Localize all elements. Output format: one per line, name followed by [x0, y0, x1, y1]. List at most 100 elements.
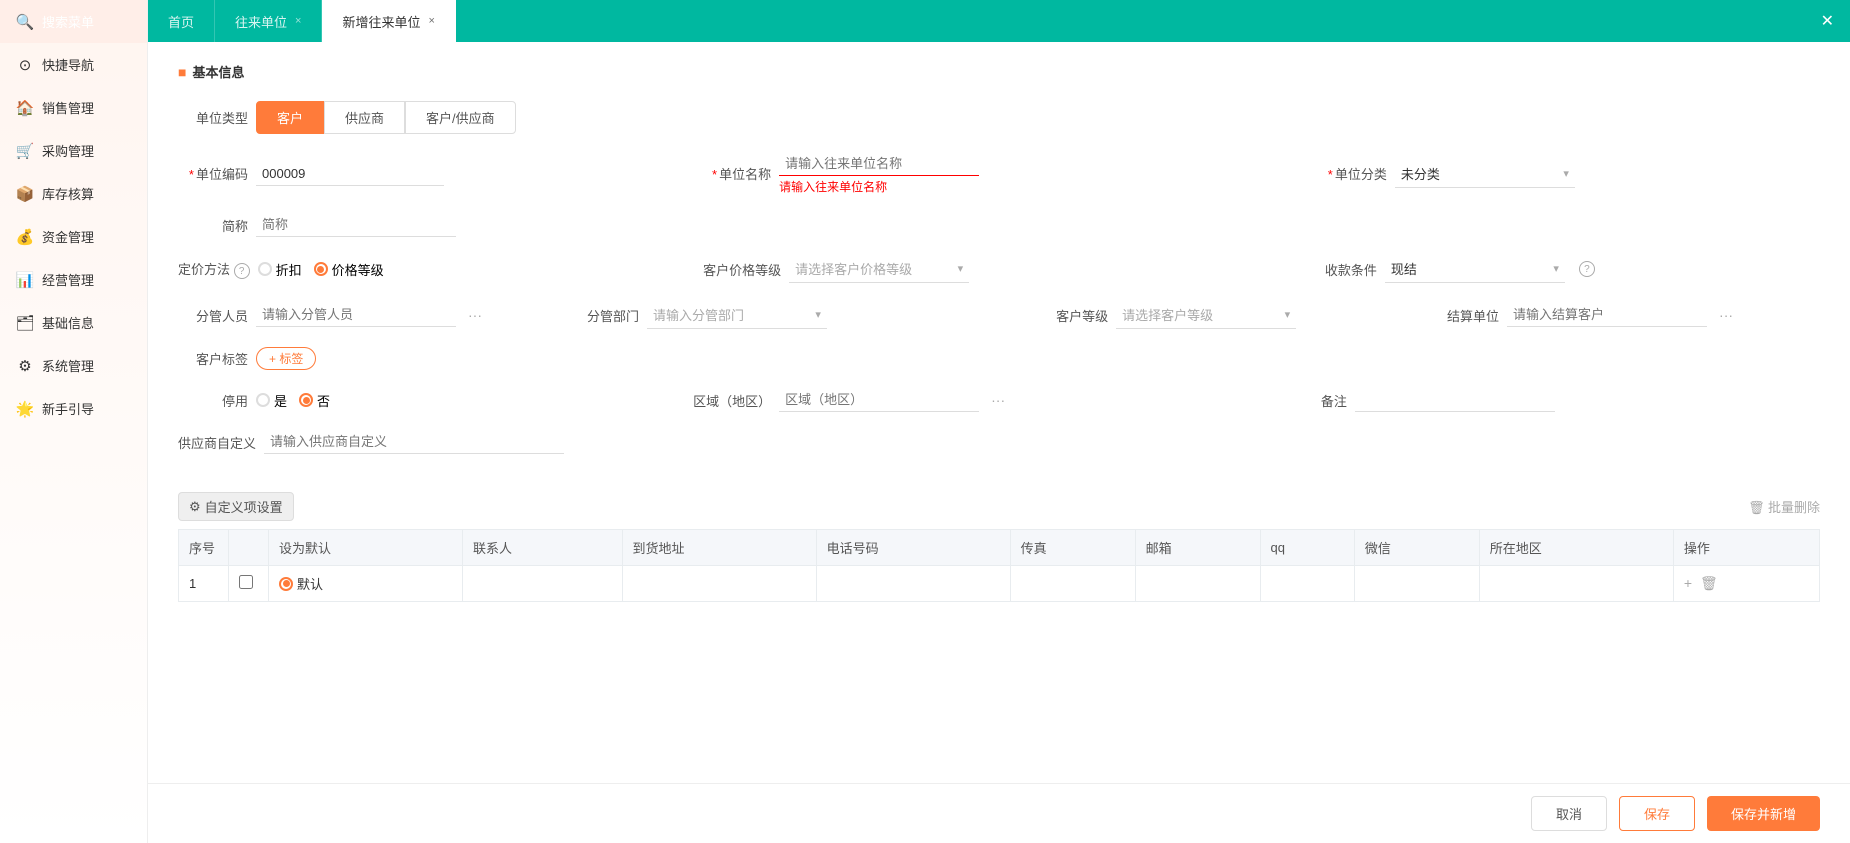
short-name-input[interactable] — [256, 213, 456, 237]
radio-no[interactable]: 否 — [299, 391, 330, 410]
row-delete-button[interactable]: 🗑 — [1700, 575, 1718, 592]
disabled-field: 停用 是 否 — [178, 391, 691, 410]
settlement-field: 结算单位 ··· — [1429, 303, 1820, 327]
department-label: 分管部门 — [569, 306, 639, 325]
row-checkbox-cell — [229, 566, 269, 602]
settlement-dots-btn[interactable]: ··· — [1719, 307, 1733, 323]
col-qq: qq — [1260, 530, 1354, 566]
sidebar-item-search[interactable]: 🔍 搜索菜单 — [0, 0, 147, 43]
settlement-label: 结算单位 — [1429, 306, 1499, 325]
section-icon: ■ — [178, 64, 186, 80]
radio-yes[interactable]: 是 — [256, 391, 287, 410]
pricing-row: 定价方法 ? 折扣 价格等级 — [178, 255, 1820, 283]
sidebar-item-inventory[interactable]: 📦 库存核算 — [0, 172, 147, 215]
remark-input[interactable] — [1355, 388, 1555, 412]
table-section: ⚙ 自定义项设置 🗑 批量删除 序号 设为默认 联系人 到货地址 电 — [148, 492, 1850, 602]
star-icon: 🌟 — [16, 400, 34, 418]
money-icon: 💰 — [16, 228, 34, 246]
section-title: ■ 基本信息 — [178, 62, 1820, 81]
payment-terms-select[interactable]: 现结 ▾ — [1385, 255, 1565, 283]
sidebar-item-finance[interactable]: 💰 资金管理 — [0, 215, 147, 258]
department-select[interactable]: 请输入分管部门 ▾ — [647, 301, 827, 329]
save-button[interactable]: 保存 — [1619, 796, 1695, 831]
tab-new-partner[interactable]: 新增往来单位 × — [322, 0, 455, 42]
supplier-custom-field: 供应商自定义 — [178, 430, 1820, 454]
custom-settings-button[interactable]: ⚙ 自定义项设置 — [178, 492, 294, 521]
col-checkbox — [229, 530, 269, 566]
compass-icon: ⊙ — [16, 56, 34, 74]
tab-new-partner-close[interactable]: × — [428, 15, 434, 27]
search-icon: 🔍 — [16, 13, 34, 31]
sidebar-item-operations[interactable]: 📊 经营管理 — [0, 258, 147, 301]
unit-type-customer[interactable]: 客户 — [256, 101, 324, 134]
chevron-down-icon4: ▾ — [815, 308, 821, 321]
unit-code-input[interactable] — [256, 162, 444, 186]
unit-category-field: *单位分类 未分类 ▾ — [1307, 160, 1820, 188]
settlement-input[interactable] — [1507, 303, 1707, 327]
sidebar-item-basic-info[interactable]: 🗂 基础信息 — [0, 301, 147, 344]
col-email: 邮箱 — [1135, 530, 1260, 566]
row-default-cell: 默认 — [269, 566, 463, 602]
window-close-button[interactable]: ✕ — [1821, 11, 1834, 31]
gear-icon: ⚙ — [16, 357, 34, 375]
save-new-button[interactable]: 保存并新增 — [1707, 796, 1820, 831]
radio-price-level-circle — [314, 262, 328, 276]
region-dots-btn[interactable]: ··· — [991, 392, 1005, 408]
radio-price-level[interactable]: 价格等级 — [314, 260, 384, 279]
tag-add-button[interactable]: + 标签 — [256, 347, 316, 370]
unit-name-label: *单位名称 — [691, 164, 771, 183]
unit-code-field: *单位编码 — [178, 162, 691, 186]
row-checkbox[interactable] — [239, 575, 253, 589]
unit-category-select[interactable]: 未分类 ▾ — [1395, 160, 1575, 188]
manager-label: 分管人员 — [178, 306, 248, 325]
batch-delete-button[interactable]: 🗑 批量删除 — [1748, 497, 1820, 516]
basic-info-section: ■ 基本信息 单位类型 客户 供应商 客户/供应商 — [148, 42, 1850, 492]
payment-terms-help-icon[interactable]: ? — [1579, 261, 1595, 277]
customer-level-select[interactable]: 请选择客户等级 ▾ — [1116, 301, 1296, 329]
pricing-help-icon[interactable]: ? — [234, 263, 250, 279]
radio-discount[interactable]: 折扣 — [258, 260, 302, 279]
cancel-button[interactable]: 取消 — [1531, 796, 1607, 831]
manager-dots-btn[interactable]: ··· — [468, 307, 482, 323]
sidebar-item-sales[interactable]: 🏠 销售管理 — [0, 86, 147, 129]
row-fax — [1010, 566, 1135, 602]
footer-bar: 取消 保存 保存并新增 — [148, 783, 1850, 843]
table-toolbar: ⚙ 自定义项设置 🗑 批量删除 — [178, 492, 1820, 521]
customer-price-level-select[interactable]: 请选择客户价格等级 ▾ — [789, 255, 969, 283]
tab-partner[interactable]: 往来单位 × — [215, 0, 322, 42]
manager-input[interactable] — [256, 303, 456, 327]
unit-type-supplier[interactable]: 供应商 — [324, 101, 405, 134]
house-icon: 🏠 — [16, 99, 34, 117]
sidebar-item-purchase[interactable]: 🛒 采购管理 — [0, 129, 147, 172]
unit-name-input[interactable] — [779, 152, 979, 176]
row-add-button[interactable]: + — [1684, 575, 1692, 592]
unit-type-group: 客户 供应商 客户/供应商 — [256, 101, 516, 134]
row-default-radio-circle — [279, 577, 293, 591]
sidebar-item-quick-nav[interactable]: ⊙ 快捷导航 — [0, 43, 147, 86]
region-label: 区域（地区） — [691, 391, 771, 410]
supplier-custom-row: 供应商自定义 — [178, 430, 1820, 454]
unit-code-label: *单位编码 — [178, 164, 248, 183]
supplier-custom-input[interactable] — [264, 430, 564, 454]
sidebar-item-new-guide[interactable]: 🌟 新手引导 — [0, 387, 147, 430]
gear-small-icon: ⚙ — [189, 499, 201, 515]
pricing-method-field: 定价方法 ? 折扣 价格等级 — [178, 259, 691, 280]
disabled-row: 停用 是 否 区域（地区） ··· — [178, 388, 1820, 412]
sidebar-item-system[interactable]: ⚙ 系统管理 — [0, 344, 147, 387]
short-name-field: 简称 — [178, 213, 1820, 237]
row-email — [1135, 566, 1260, 602]
manager-row: 分管人员 ··· 分管部门 请输入分管部门 ▾ 客户等级 请选择客户等级 ▾ — [178, 301, 1820, 329]
tab-home[interactable]: 首页 — [148, 0, 215, 42]
customer-tag-row: 客户标签 + 标签 — [178, 347, 1820, 370]
radio-no-circle — [299, 393, 313, 407]
row-default-radio[interactable]: 默认 — [279, 574, 452, 593]
region-input[interactable] — [779, 388, 979, 412]
col-phone: 电话号码 — [816, 530, 1010, 566]
department-field: 分管部门 请输入分管部门 ▾ — [569, 301, 1038, 329]
unit-name-field: *单位名称 请输入往来单位名称 — [691, 152, 1307, 195]
tab-partner-close[interactable]: × — [295, 15, 301, 27]
remark-field: 备注 — [1307, 388, 1820, 412]
col-default: 设为默认 — [269, 530, 463, 566]
unit-type-both[interactable]: 客户/供应商 — [405, 101, 516, 134]
col-contact: 联系人 — [463, 530, 623, 566]
